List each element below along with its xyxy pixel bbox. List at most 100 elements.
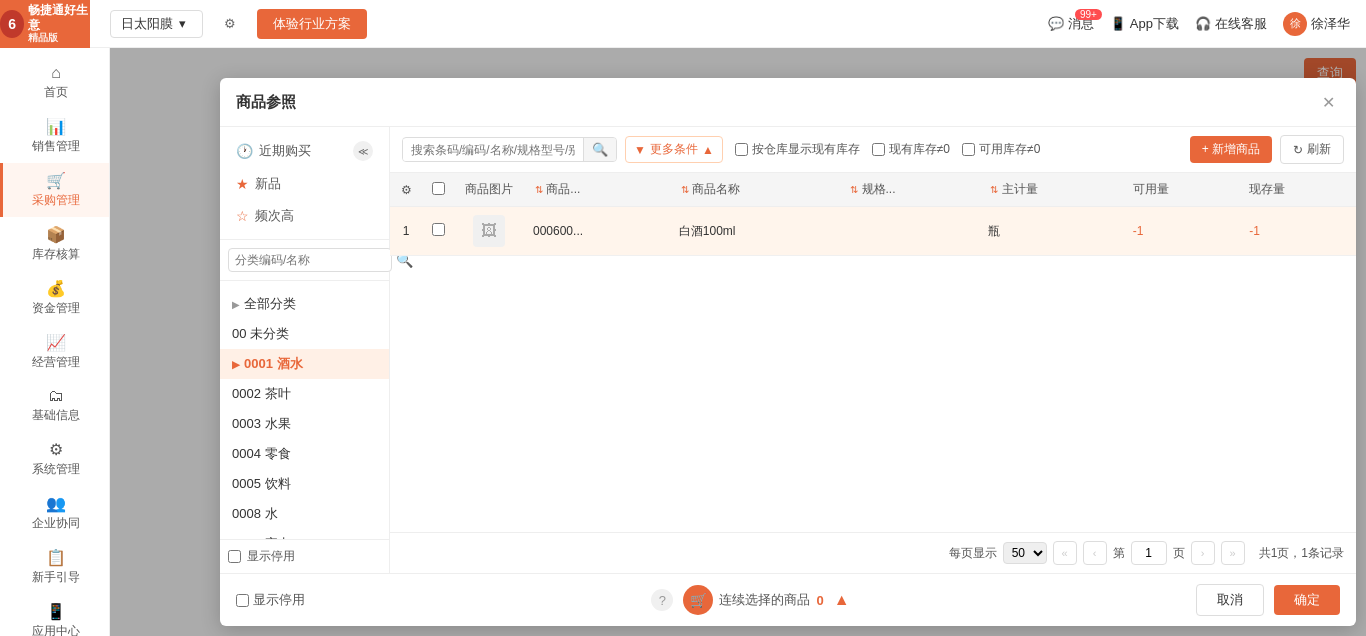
category-all[interactable]: ▶ 全部分类 — [220, 289, 389, 319]
sidebar-item-purchase[interactable]: 🛒 采购管理 — [0, 163, 109, 217]
product-search-box: 🔍 — [402, 137, 617, 162]
collapse-panel-button[interactable]: ≪ — [353, 141, 373, 161]
sidebar-item-finance[interactable]: 💰 资金管理 — [0, 271, 109, 325]
purchase-icon: 🛒 — [46, 171, 66, 190]
operations-icon: 📈 — [46, 333, 66, 352]
modal-header: 商品参照 ✕ — [220, 78, 1356, 127]
category-search-section: 🔍 — [220, 240, 389, 281]
table-settings-icon[interactable]: ⚙ — [401, 183, 412, 197]
sidebar-item-apps[interactable]: 📱 应用中心 — [0, 594, 109, 636]
table-body: 1 🖼 — [390, 207, 1356, 256]
category-snacks[interactable]: 0004 零食 — [220, 439, 389, 469]
user-avatar: 徐 — [1283, 12, 1307, 36]
th-unit: ⇅ 主计量 — [978, 173, 1122, 207]
sidebar-item-enterprise[interactable]: 👥 企业协同 — [0, 486, 109, 540]
td-product-name: 白酒100ml — [669, 207, 838, 256]
category-search-input[interactable] — [228, 248, 392, 272]
cart-icon: 🛒 — [683, 585, 713, 615]
product-search-input[interactable] — [403, 139, 583, 161]
category-unclassified[interactable]: 00 未分类 — [220, 319, 389, 349]
high-frequency-btn[interactable]: ☆ 频次高 — [228, 201, 381, 231]
sidebar-item-guide[interactable]: 📋 新手引导 — [0, 540, 109, 594]
product-table-wrapper: ⚙ 商品图片 ⇅ — [390, 173, 1356, 532]
chevron-up-icon: ▲ — [702, 143, 714, 157]
sidebar-item-basic-info[interactable]: 🗂 基础信息 — [0, 379, 109, 432]
cancel-button[interactable]: 取消 — [1196, 584, 1264, 616]
settings-icon[interactable]: ⚙ — [215, 9, 245, 39]
more-filters-button[interactable]: ▼ 更多条件 ▲ — [625, 136, 723, 163]
modal-close-button[interactable]: ✕ — [1316, 90, 1340, 114]
page-first-button[interactable]: « — [1053, 541, 1077, 565]
page-input[interactable] — [1131, 541, 1167, 565]
select-all-checkbox[interactable] — [432, 182, 445, 195]
td-product-unit: 瓶 — [978, 207, 1122, 256]
row-checkbox[interactable] — [432, 223, 445, 236]
sidebar-item-operations[interactable]: 📈 经营管理 — [0, 325, 109, 379]
main-content: 查询 设置 刷新 商品参照 ✕ 🕐 — [110, 48, 1366, 636]
product-table: ⚙ 商品图片 ⇅ — [390, 173, 1356, 256]
online-service-nav-item[interactable]: 🎧 在线客服 — [1195, 15, 1267, 33]
experience-button[interactable]: 体验行业方案 — [257, 9, 367, 39]
sort-icon: ⇅ — [850, 184, 858, 195]
page-last-button[interactable]: » — [1221, 541, 1245, 565]
message-nav-item[interactable]: 💬 消息 99+ — [1048, 15, 1094, 33]
recent-purchase-btn[interactable]: 🕐 近期购买 ≪ — [228, 135, 381, 167]
table-row[interactable]: 1 🖼 — [390, 207, 1356, 256]
td-row-no: 1 — [390, 207, 422, 256]
category-water[interactable]: 0008 水 — [220, 499, 389, 529]
sidebar-item-system[interactable]: ⚙ 系统管理 — [0, 432, 109, 486]
system-icon: ⚙ — [49, 440, 63, 459]
refresh-button[interactable]: ↻ 刷新 — [1280, 135, 1344, 164]
modal-title: 商品参照 — [236, 93, 296, 112]
sidebar-item-inventory[interactable]: 📦 库存核算 — [0, 217, 109, 271]
td-product-image: 🖼 — [455, 207, 523, 256]
store-selector[interactable]: 日太阳膜 ▾ — [110, 10, 203, 38]
page-next-button[interactable]: › — [1191, 541, 1215, 565]
cart-button[interactable]: 🛒 连续选择的商品 0 — [683, 585, 823, 615]
category-liquor[interactable]: ▶ 0001 酒水 — [220, 349, 389, 379]
add-product-button[interactable]: + 新增商品 — [1190, 136, 1272, 163]
modal-left-panel: 🕐 近期购买 ≪ ★ 新品 ☆ 频次高 — [220, 127, 390, 573]
chevron-down-icon: ▾ — [179, 16, 186, 31]
sidebar-item-home[interactable]: ⌂ 首页 — [0, 56, 109, 109]
help-icon[interactable]: ? — [651, 589, 673, 611]
show-disabled-section: 显示停用 — [220, 539, 389, 573]
th-spec: ⇅ 规格... — [838, 173, 978, 207]
category-electronics[interactable]: 0010 家电 — [220, 529, 389, 539]
inventory-icon: 📦 — [46, 225, 66, 244]
page-size-select[interactable]: 50 — [1003, 542, 1047, 564]
clock-icon: 🕐 — [236, 143, 253, 159]
refresh-icon: ↻ — [1293, 143, 1303, 157]
app-layout: ⌂ 首页 📊 销售管理 🛒 采购管理 📦 库存核算 💰 资金管理 📈 经营管理 … — [0, 48, 1366, 636]
headset-icon: 🎧 — [1195, 16, 1211, 31]
message-badge: 99+ — [1075, 9, 1102, 20]
star-icon: ★ — [236, 176, 249, 192]
sidebar-item-sales[interactable]: 📊 销售管理 — [0, 109, 109, 163]
th-image: 商品图片 — [455, 173, 523, 207]
collapse-footer-button[interactable]: ▲ — [834, 591, 850, 609]
show-disabled-footer-checkbox[interactable] — [236, 594, 249, 607]
user-nav-item[interactable]: 徐 徐泽华 — [1283, 12, 1350, 36]
warehouse-stock-checkbox[interactable] — [735, 143, 748, 156]
sidebar: ⌂ 首页 📊 销售管理 🛒 采购管理 📦 库存核算 💰 资金管理 📈 经营管理 … — [0, 48, 110, 636]
page-prev-button[interactable]: ‹ — [1083, 541, 1107, 565]
current-stock-checkbox[interactable] — [872, 143, 885, 156]
available-stock-checkbox[interactable] — [962, 143, 975, 156]
category-drinks[interactable]: 0005 饮料 — [220, 469, 389, 499]
confirm-button[interactable]: 确定 — [1274, 585, 1340, 615]
show-disabled-checkbox[interactable] — [228, 550, 241, 563]
arrow-icon: ▶ — [232, 299, 240, 310]
category-tea[interactable]: 0002 茶叶 — [220, 379, 389, 409]
home-icon: ⌂ — [51, 64, 61, 82]
guide-icon: 📋 — [46, 548, 66, 567]
quick-access-section: 🕐 近期购买 ≪ ★ 新品 ☆ 频次高 — [220, 127, 389, 240]
modal-body: 🕐 近期购买 ≪ ★ 新品 ☆ 频次高 — [220, 127, 1356, 573]
product-search-button[interactable]: 🔍 — [583, 138, 616, 161]
page-label: 第 — [1113, 545, 1125, 562]
app-download-nav-item[interactable]: 📱 App下载 — [1110, 15, 1179, 33]
sales-icon: 📊 — [46, 117, 66, 136]
td-product-code: 000600... — [523, 207, 669, 256]
sort-icon: ⇅ — [681, 184, 689, 195]
category-fruit[interactable]: 0003 水果 — [220, 409, 389, 439]
new-products-btn[interactable]: ★ 新品 — [228, 169, 381, 199]
